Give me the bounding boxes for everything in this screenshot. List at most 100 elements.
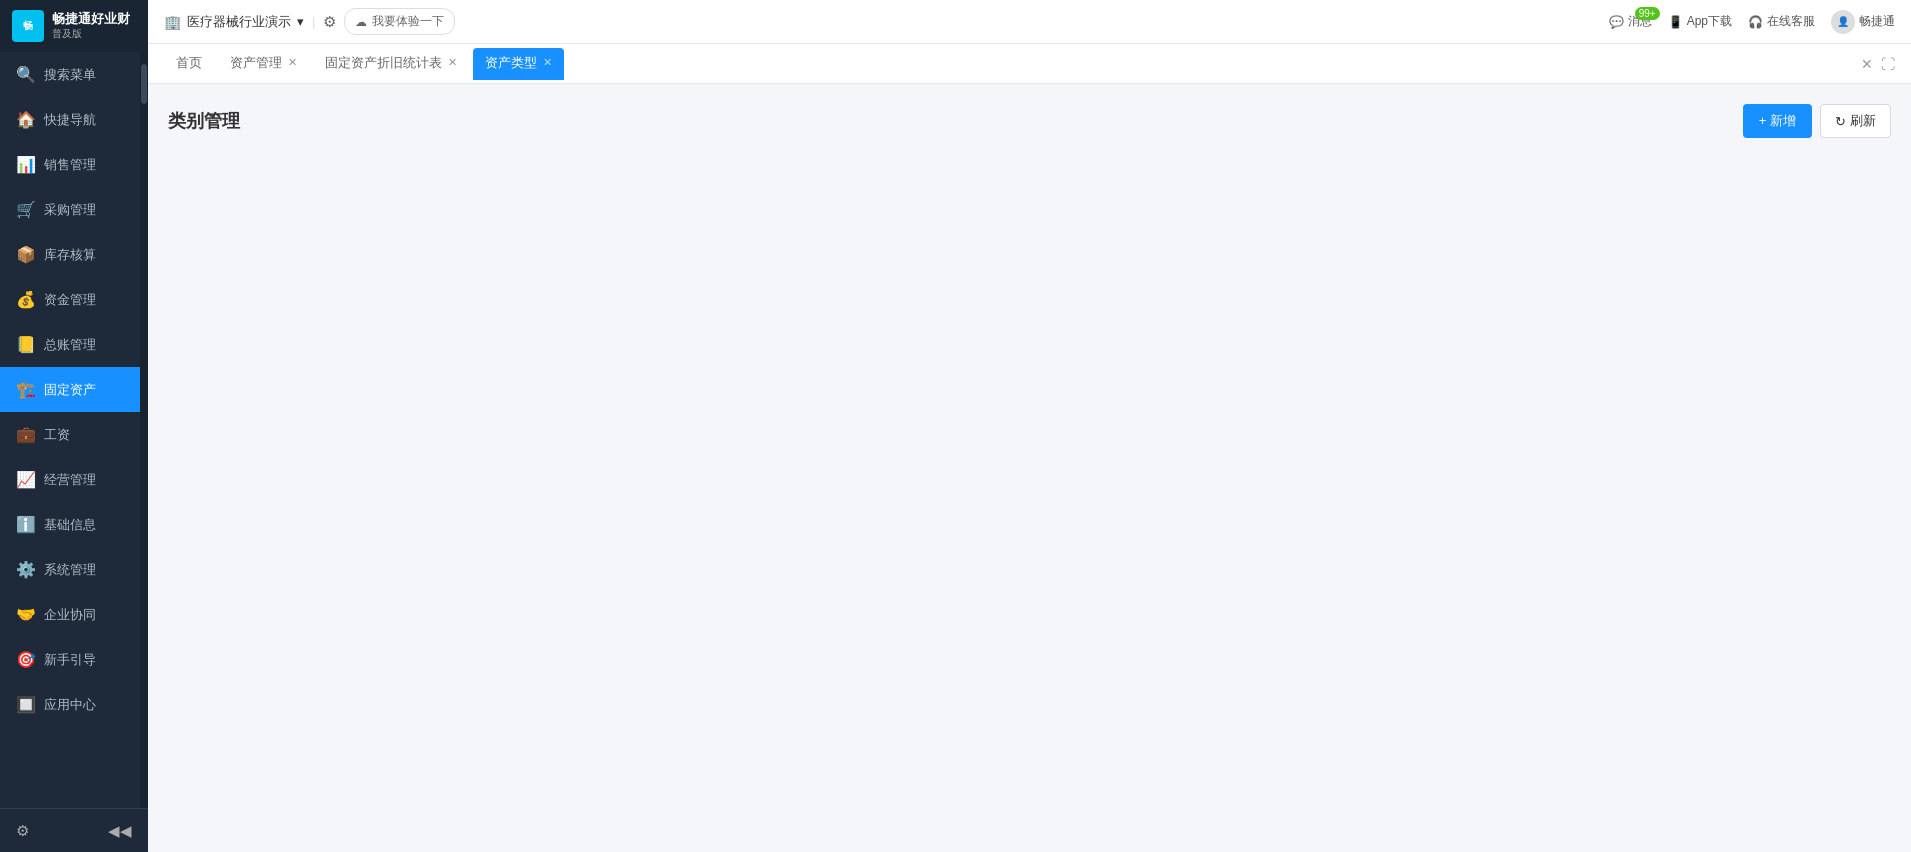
app-logo: 畅 畅捷通好业财 普及版 [0,0,148,52]
purchase-icon: 🛒 [16,200,34,219]
topbar-right: 💬 消息 99+ 📱 App下载 🎧 在线客服 👤 畅捷通 [1609,10,1895,34]
dropdown-arrow: ▾ [297,14,304,29]
page-title: 类别管理 [168,109,240,133]
sales-icon: 📊 [16,155,34,174]
sidebar-label-app-center: 应用中心 [44,696,96,714]
tab-home[interactable]: 首页 [164,48,214,80]
feedback-icon: ☁ [355,15,367,29]
sidebar-label-basic-info: 基础信息 [44,516,96,534]
new-button[interactable]: + 新增 [1743,104,1812,138]
sidebar-label-inventory: 库存核算 [44,246,96,264]
sidebar-label-fixed-assets: 固定资产 [44,381,96,399]
feedback-button[interactable]: ☁ 我要体验一下 [344,8,455,35]
sidebar-label-search: 搜索菜单 [44,66,96,84]
company-selector[interactable]: 🏢 医疗器械行业演示 ▾ [164,13,304,31]
logo-icon: 畅 [12,10,44,42]
tab-home-label: 首页 [176,54,202,72]
support-icon: 🎧 [1748,15,1763,29]
tab-asset-type-close[interactable]: ✕ [543,56,552,69]
sidebar-scrollbar[interactable] [140,52,148,808]
user-avatar: 👤 [1831,10,1855,34]
collapse-icon[interactable]: ◀◀ [108,822,132,840]
sidebar-item-operations[interactable]: 📈 经营管理 [0,457,140,502]
tab-asset-mgmt-close[interactable]: ✕ [288,56,297,69]
messages-badge: 99+ [1635,7,1660,20]
funds-icon: 💰 [16,290,34,309]
settings-icon[interactable]: ⚙ [16,822,29,840]
quicknav-icon: 🏠 [16,110,34,129]
app-edition: 普及版 [52,27,130,41]
search-icon: 🔍 [16,65,34,84]
company-icon: 🏢 [164,14,181,30]
sidebar-footer: ⚙ ◀◀ [0,808,148,852]
maximize-window-icon[interactable]: ⛶ [1881,56,1895,72]
sidebar-item-cooperation[interactable]: 🤝 企业协同 [0,592,140,637]
header-actions: + 新增 ↻ 刷新 [1743,104,1891,138]
sidebar-item-search[interactable]: 🔍 搜索菜单 [0,52,140,97]
company-name: 医疗器械行业演示 [187,13,291,31]
ledger-icon: 📒 [16,335,34,354]
sidebar-label-guide: 新手引导 [44,651,96,669]
sidebar-item-sales[interactable]: 📊 销售管理 [0,142,140,187]
sidebar-item-system[interactable]: ⚙️ 系统管理 [0,547,140,592]
topbar: 🏢 医疗器械行业演示 ▾ | ⚙ ☁ 我要体验一下 💬 消息 99+ 📱 App… [148,0,1911,44]
logo-text-block: 畅捷通好业财 普及版 [52,11,130,42]
sidebar-item-app-center[interactable]: 🔲 应用中心 [0,682,140,727]
payroll-icon: 💼 [16,425,34,444]
sidebar-label-ledger: 总账管理 [44,336,96,354]
sidebar-label-funds: 资金管理 [44,291,96,309]
inventory-icon: 📦 [16,245,34,264]
sidebar-item-ledger[interactable]: 📒 总账管理 [0,322,140,367]
page-header: 类别管理 + 新增 ↻ 刷新 [168,104,1891,138]
sidebar-item-guide[interactable]: 🎯 新手引导 [0,637,140,682]
window-controls: ✕ ⛶ [1861,56,1895,72]
feedback-label: 我要体验一下 [372,13,444,30]
sidebar-item-payroll[interactable]: 💼 工资 [0,412,140,457]
app-download-button[interactable]: 📱 App下载 [1668,13,1732,30]
sidebar: 畅 畅捷通好业财 普及版 🔍 搜索菜单 🏠 快捷导航 📊 销售管理 🛒 采购管理… [0,0,148,852]
tabbar: 首页 资产管理 ✕ 固定资产折旧统计表 ✕ 资产类型 ✕ ✕ ⛶ [148,44,1911,84]
scrollbar-thumb[interactable] [141,64,147,104]
sidebar-item-funds[interactable]: 💰 资金管理 [0,277,140,322]
app-center-icon: 🔲 [16,695,34,714]
sidebar-label-payroll: 工资 [44,426,70,444]
sidebar-item-inventory[interactable]: 📦 库存核算 [0,232,140,277]
cooperation-icon: 🤝 [16,605,34,624]
user-area[interactable]: 👤 畅捷通 [1831,10,1895,34]
separator: | [312,14,315,29]
operations-icon: 📈 [16,470,34,489]
download-icon: 📱 [1668,15,1683,29]
refresh-label: 刷新 [1850,112,1876,130]
tab-depreciation-label: 固定资产折旧统计表 [325,54,442,72]
sidebar-label-sales: 销售管理 [44,156,96,174]
sidebar-scroll: 🔍 搜索菜单 🏠 快捷导航 📊 销售管理 🛒 采购管理 📦 库存核算 💰 资金管… [0,52,140,808]
refresh-button[interactable]: ↻ 刷新 [1820,104,1891,138]
online-support-button[interactable]: 🎧 在线客服 [1748,13,1815,30]
sidebar-item-purchase[interactable]: 🛒 采购管理 [0,187,140,232]
settings-gear-icon[interactable]: ⚙ [323,13,336,31]
username-label: 畅捷通 [1859,13,1895,30]
support-label: 在线客服 [1767,13,1815,30]
system-icon: ⚙️ [16,560,34,579]
main-area: 🏢 医疗器械行业演示 ▾ | ⚙ ☁ 我要体验一下 💬 消息 99+ 📱 App… [148,0,1911,852]
sidebar-item-quicknav[interactable]: 🏠 快捷导航 [0,97,140,142]
close-window-icon[interactable]: ✕ [1861,56,1873,72]
sidebar-item-fixed-assets[interactable]: 🏗️ 固定资产 [0,367,140,412]
tab-depreciation-close[interactable]: ✕ [448,56,457,69]
guide-icon: 🎯 [16,650,34,669]
page-content: 类别管理 + 新增 ↻ 刷新 [148,84,1911,852]
refresh-icon: ↻ [1835,114,1846,129]
sidebar-label-system: 系统管理 [44,561,96,579]
tab-asset-type[interactable]: 资产类型 ✕ [473,48,564,80]
app-name: 畅捷通好业财 [52,11,130,28]
tab-depreciation[interactable]: 固定资产折旧统计表 ✕ [313,48,469,80]
sidebar-label-purchase: 采购管理 [44,201,96,219]
tab-asset-mgmt[interactable]: 资产管理 ✕ [218,48,309,80]
basic-info-icon: ℹ️ [16,515,34,534]
sidebar-item-basic-info[interactable]: ℹ️ 基础信息 [0,502,140,547]
sidebar-label-cooperation: 企业协同 [44,606,96,624]
sidebar-label-operations: 经营管理 [44,471,96,489]
topbar-left: 🏢 医疗器械行业演示 ▾ | ⚙ ☁ 我要体验一下 [164,8,1597,35]
sidebar-label-quicknav: 快捷导航 [44,111,96,129]
messages-button[interactable]: 💬 消息 99+ [1609,13,1652,30]
